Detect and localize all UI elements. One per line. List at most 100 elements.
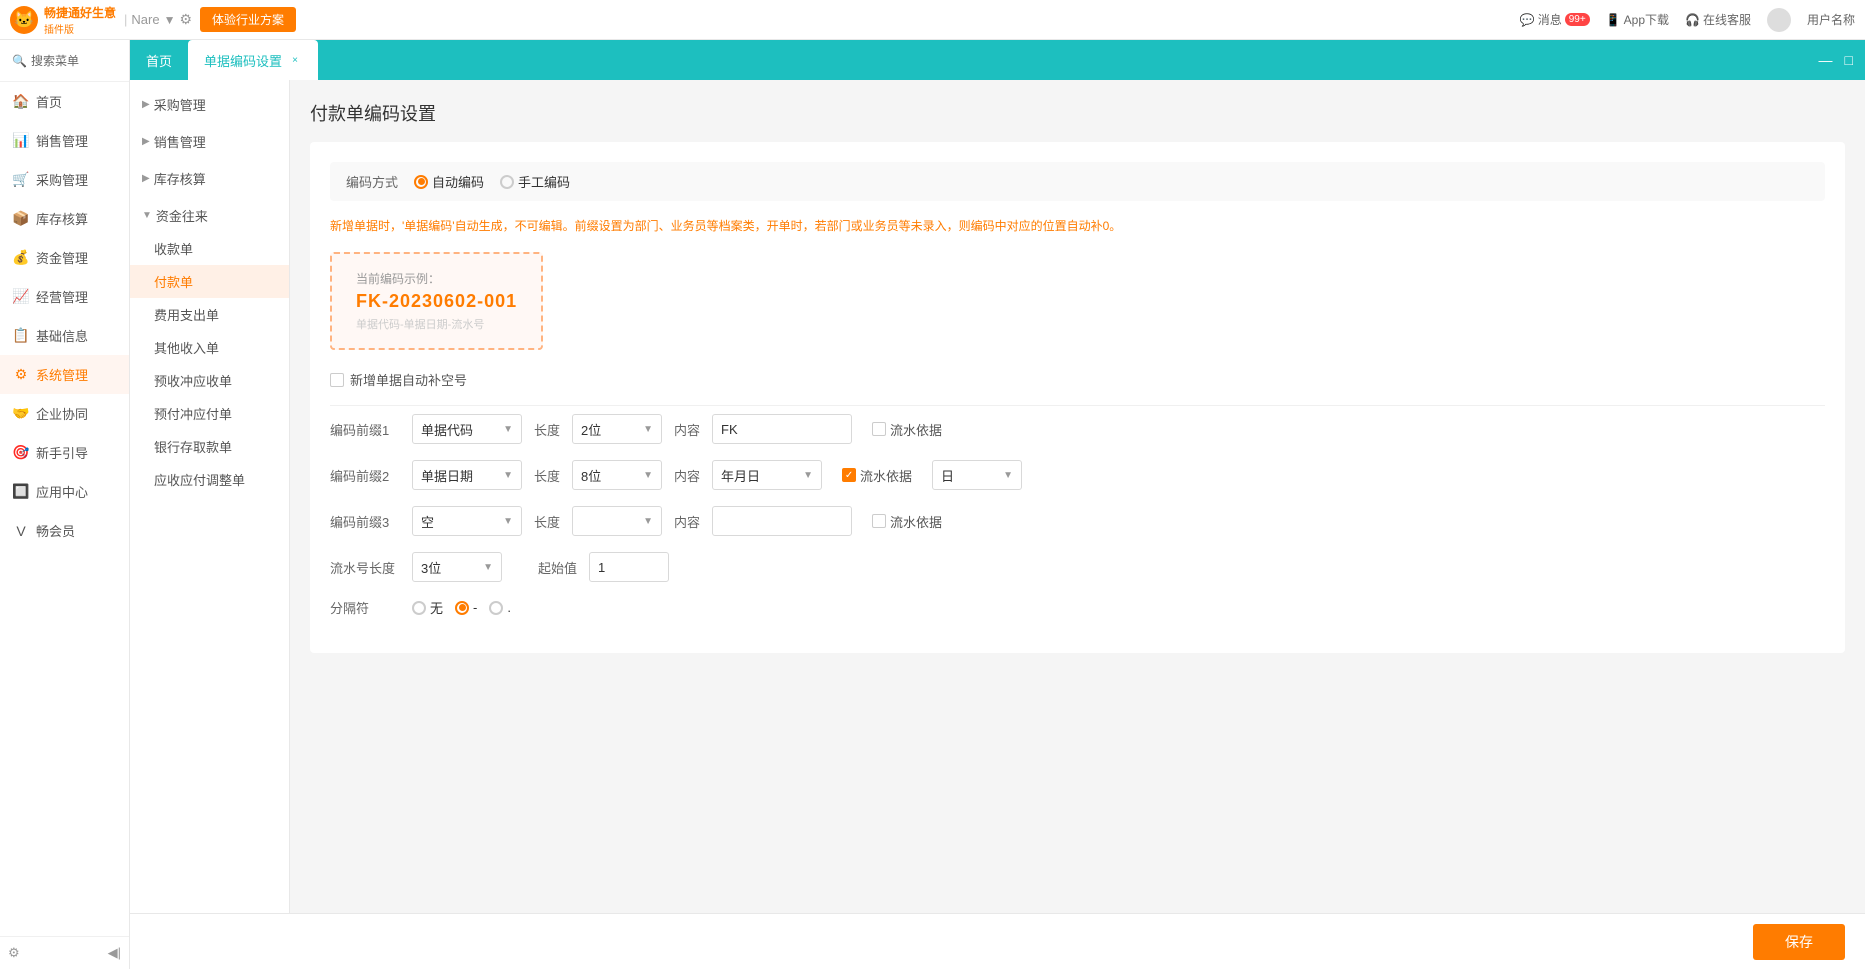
manual-encode-radio[interactable] (500, 175, 514, 189)
sep-none-option[interactable]: 无 (412, 598, 443, 617)
sec-item-prepay-offset[interactable]: 预收冲应收单 (130, 364, 289, 397)
settings-icon[interactable]: ⚙ (179, 11, 192, 28)
sec-item-payment[interactable]: 付款单 (130, 265, 289, 298)
prefix1-select[interactable]: 单据代码 ▼ (412, 414, 522, 444)
sidebar-item-basic[interactable]: 📋 基础信息 (0, 316, 129, 355)
sidebar-item-guide[interactable]: 🎯 新手引导 (0, 433, 129, 472)
prefix3-content-label: 内容 (674, 512, 700, 531)
prefix3-length-select[interactable]: ▼ (572, 506, 662, 536)
collapse-icon[interactable]: ◀| (108, 945, 121, 961)
prefix-row-2: 编码前缀2 单据日期 ▼ 长度 8位 ▼ 内容 年月日 (330, 460, 1825, 490)
code-preview-box: 当前编码示例： FK-20230602-001 单据代码-单据日期-流水号 (330, 252, 543, 350)
ops-icon: 📈 (12, 288, 30, 306)
prefix1-serial-check: 流水依据 (872, 420, 942, 439)
separator-label: 分隔符 (330, 598, 400, 617)
manual-encode-option[interactable]: 手工编码 (500, 172, 570, 191)
prefix2-serial-check: ✓ 流水依据 (842, 466, 912, 485)
user-avatar[interactable] (1767, 8, 1791, 32)
sidebar-item-home[interactable]: 🏠 首页 (0, 82, 129, 121)
sec-item-adjust[interactable]: 应收应付调整单 (130, 463, 289, 496)
prefix2-content-label: 内容 (674, 466, 700, 485)
serial-length-select[interactable]: 3位 ▼ (412, 552, 502, 582)
guide-icon: 🎯 (12, 444, 30, 462)
sidebar-item-apps[interactable]: 🔲 应用中心 (0, 472, 129, 511)
auto-encode-option[interactable]: 自动编码 (414, 172, 484, 191)
sec-item-receipt[interactable]: 收款单 (130, 232, 289, 265)
tab-home[interactable]: 首页 (130, 40, 188, 80)
logo-icon: 🐱 (10, 6, 38, 34)
sidebar-item-sales[interactable]: 📊 销售管理 (0, 121, 129, 160)
sidebar-item-ops[interactable]: 📈 经营管理 (0, 277, 129, 316)
prefix2-select[interactable]: 单据日期 ▼ (412, 460, 522, 490)
sidebar-item-purchase[interactable]: 🛒 采购管理 (0, 160, 129, 199)
prefix2-length-select[interactable]: 8位 ▼ (572, 460, 662, 490)
prefix1-serial-checkbox[interactable] (872, 422, 886, 436)
prefix1-label: 编码前缀1 (330, 420, 400, 439)
prefix2-serial-checkbox[interactable]: ✓ (842, 468, 856, 482)
sep-dot-option[interactable]: . (489, 600, 511, 615)
sec-item-other-income[interactable]: 其他收入单 (130, 331, 289, 364)
prefix1-length-select[interactable]: 2位 ▼ (572, 414, 662, 444)
nav-dropdown-icon[interactable]: ▼ (164, 13, 176, 27)
prefix1-length-label: 长度 (534, 420, 560, 439)
sec-item-expense[interactable]: 费用支出单 (130, 298, 289, 331)
serial-length-row: 流水号长度 3位 ▼ 起始值 (330, 552, 1825, 582)
prefix2-content-select[interactable]: 年月日 ▼ (712, 460, 822, 490)
sidebar-footer: ⚙ ◀| (0, 936, 129, 969)
service-item[interactable]: 🎧 在线客服 (1685, 11, 1751, 28)
sidebar-item-inventory[interactable]: 📦 库存核算 (0, 199, 129, 238)
nav-label: Nare (131, 12, 159, 27)
sec-item-bank[interactable]: 银行存取款单 (130, 430, 289, 463)
search-menu-btn[interactable]: 🔍 搜索菜单 (8, 48, 121, 73)
prefix3-select-arrow: ▼ (503, 516, 513, 527)
chevron-right-icon-2: ▶ (142, 136, 150, 147)
sep-dash-radio[interactable] (455, 601, 469, 615)
auto-fill-checkbox[interactable] (330, 373, 344, 387)
sidebar-item-collab[interactable]: 🤝 企业协同 (0, 394, 129, 433)
sep-dot-radio[interactable] (489, 601, 503, 615)
sec-group-purchase-title[interactable]: ▶ 采购管理 (130, 88, 289, 121)
sec-group-purchase: ▶ 采购管理 (130, 88, 289, 121)
sep-none-radio[interactable] (412, 601, 426, 615)
sidebar-item-member[interactable]: V 畅会员 (0, 511, 129, 550)
secondary-sidebar: ▶ 采购管理 ▶ 销售管理 ▶ 库存核算 (130, 80, 290, 913)
start-value-input[interactable] (589, 552, 669, 582)
prefix3-length-arrow: ▼ (643, 516, 653, 527)
sep-dash-option[interactable]: - (455, 600, 477, 615)
prefix2-content-arrow: ▼ (803, 470, 813, 481)
prefix3-content-input[interactable] (712, 506, 852, 536)
prefix3-serial-checkbox[interactable] (872, 514, 886, 528)
search-icon: 🔍 (12, 54, 27, 68)
chevron-right-icon: ▶ (142, 99, 150, 110)
prefix2-length-arrow: ▼ (643, 470, 653, 481)
sales-icon: 📊 (12, 132, 30, 150)
prefix2-serial-unit-select[interactable]: 日 ▼ (932, 460, 1022, 490)
sidebar-item-finance[interactable]: 💰 资金管理 (0, 238, 129, 277)
tab-encode-settings[interactable]: 单据编码设置 × (188, 40, 318, 80)
serial-length-arrow: ▼ (483, 562, 493, 573)
tab-minimize-btn[interactable]: — (1815, 50, 1837, 70)
prefix2-unit-arrow: ▼ (1003, 470, 1013, 481)
download-item[interactable]: 📱 App下载 (1606, 11, 1669, 28)
prefix1-content-input[interactable] (712, 414, 852, 444)
sec-group-capital-title[interactable]: ▼ 资金往来 (130, 199, 289, 232)
sec-item-prepaid-offset[interactable]: 预付冲应付单 (130, 397, 289, 430)
tab-close-btn[interactable]: × (288, 53, 302, 67)
auto-encode-radio[interactable] (414, 175, 428, 189)
settings-footer-icon[interactable]: ⚙ (8, 945, 20, 961)
experience-btn[interactable]: 体验行业方案 (200, 7, 296, 32)
topbar-left: 🐱 畅捷通好生意 插件版 | Nare ▼ ⚙ 体验行业方案 (10, 4, 296, 36)
sidebar-item-system[interactable]: ⚙ 系统管理 (0, 355, 129, 394)
sec-group-inventory-title[interactable]: ▶ 库存核算 (130, 162, 289, 195)
prefix3-select[interactable]: 空 ▼ (412, 506, 522, 536)
start-value-label: 起始值 (538, 558, 577, 577)
sec-group-sales-title[interactable]: ▶ 销售管理 (130, 125, 289, 158)
main-layout: 🔍 搜索菜单 🏠 首页 📊 销售管理 🛒 采购管理 📦 库存核算 💰 资金管理 … (0, 40, 1865, 969)
system-icon: ⚙ (12, 366, 30, 384)
save-button[interactable]: 保存 (1753, 924, 1845, 960)
info-text: 新增单据时，'单据编码'自动生成，不可编辑。前缀设置为部门、业务员等档案类，开单… (330, 217, 1825, 236)
tabbar-actions: — □ (1815, 50, 1865, 70)
messages-item[interactable]: 💬 消息 99+ (1520, 11, 1590, 28)
tab-maximize-btn[interactable]: □ (1841, 50, 1857, 70)
prefix2-label: 编码前缀2 (330, 466, 400, 485)
